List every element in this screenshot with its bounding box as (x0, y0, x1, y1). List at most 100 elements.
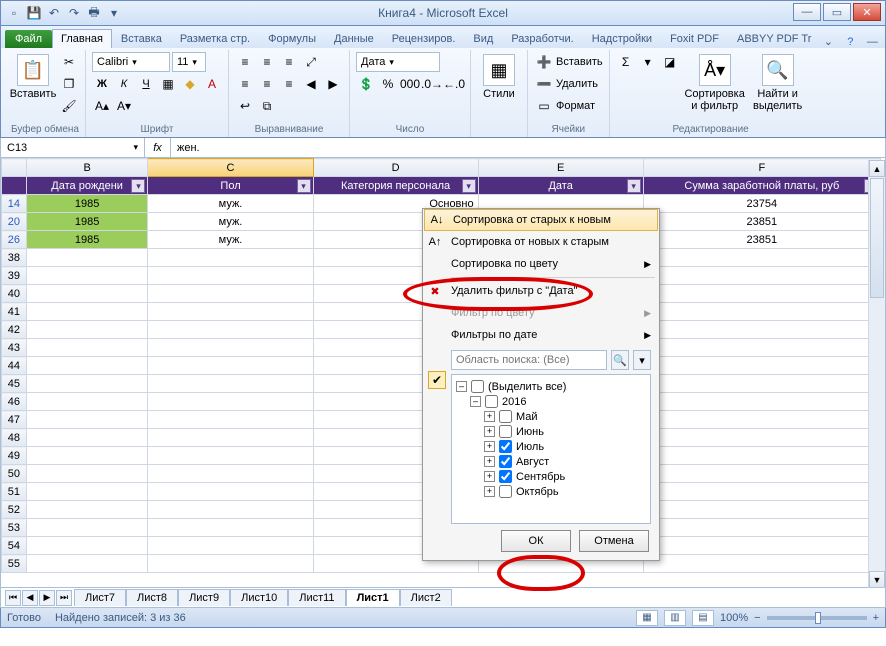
cell[interactable] (26, 537, 148, 555)
font-size-select[interactable]: 11▾ (172, 52, 206, 72)
cell[interactable] (148, 465, 313, 483)
cell[interactable] (643, 339, 880, 357)
doc-minimize-icon[interactable]: — (864, 36, 880, 48)
cell[interactable] (148, 375, 313, 393)
filter-dropdown-icon[interactable]: ▾ (297, 179, 311, 193)
format-cells-icon[interactable]: ▭ (534, 96, 554, 116)
row-header[interactable]: 46 (2, 393, 27, 411)
row-header[interactable]: 43 (2, 339, 27, 357)
cell[interactable] (148, 303, 313, 321)
italic-button[interactable]: К (114, 74, 134, 94)
cell[interactable] (26, 429, 148, 447)
number-format-select[interactable]: Дата▾ (356, 52, 440, 72)
sheet-tab[interactable]: Лист9 (178, 589, 230, 606)
cell[interactable] (643, 483, 880, 501)
tree-month[interactable]: +Июль (456, 439, 646, 454)
tree-year[interactable]: – 2016 (456, 394, 646, 409)
cell[interactable] (26, 411, 148, 429)
row-header[interactable]: 45 (2, 375, 27, 393)
merge-cells-icon[interactable]: ⧉ (257, 96, 277, 116)
search-icon[interactable]: 🔍 (611, 350, 629, 370)
underline-button[interactable]: Ч (136, 74, 156, 94)
sheet-nav-last-icon[interactable]: ⏭ (56, 590, 72, 606)
cell[interactable]: 1985 (26, 213, 148, 231)
sheet-tab[interactable]: Лист8 (126, 589, 178, 606)
filter-dropdown-icon[interactable]: ▾ (131, 179, 145, 193)
cell[interactable] (26, 447, 148, 465)
qat-dropdown-icon[interactable]: ▾ (105, 4, 123, 22)
expand-icon[interactable]: + (484, 486, 495, 497)
fill-color-button[interactable]: ◆ (180, 74, 200, 94)
format-painter-icon[interactable]: 🖌 (59, 96, 79, 116)
row-header[interactable]: 51 (2, 483, 27, 501)
row-header[interactable]: 42 (2, 321, 27, 339)
zoom-slider[interactable] (767, 616, 867, 620)
close-button[interactable]: ✕ (853, 3, 881, 21)
cell[interactable]: муж. (148, 195, 313, 213)
shrink-font-icon[interactable]: A▾ (114, 96, 134, 116)
expand-icon[interactable]: + (484, 471, 495, 482)
row-header[interactable]: 40 (2, 285, 27, 303)
cell[interactable] (643, 519, 880, 537)
sheet-tab[interactable]: Лист2 (400, 589, 452, 606)
select-all-checkbox[interactable] (471, 380, 484, 393)
ribbon-tab-1[interactable]: Вставка (112, 29, 171, 48)
month-checkbox[interactable] (499, 410, 512, 423)
row-header[interactable]: 44 (2, 357, 27, 375)
cell[interactable] (26, 483, 148, 501)
search-dropdown-icon[interactable]: ▾ (633, 350, 651, 370)
cell[interactable] (643, 285, 880, 303)
cancel-button[interactable]: Отмена (579, 530, 649, 552)
row-header[interactable]: 54 (2, 537, 27, 555)
indent-dec-icon[interactable]: ◀ (301, 74, 321, 94)
sheet-nav-first-icon[interactable]: ⏮ (5, 590, 21, 606)
cell[interactable] (643, 375, 880, 393)
align-right-icon[interactable]: ≡ (279, 74, 299, 94)
dec-decimal-icon[interactable]: ←.0 (444, 74, 464, 94)
tree-month[interactable]: +Июнь (456, 424, 646, 439)
ribbon-tab-6[interactable]: Вид (464, 29, 502, 48)
cell[interactable] (643, 501, 880, 519)
menu-date-filters[interactable]: Фильтры по дате▶ (423, 324, 659, 346)
fill-icon[interactable]: ▾ (638, 52, 658, 72)
ok-button[interactable]: ОК (501, 530, 571, 552)
col-header-D[interactable]: D (313, 159, 478, 177)
find-select-button[interactable]: 🔍 Найти и выделить (750, 52, 806, 118)
formula-input[interactable]: жен. (171, 138, 885, 157)
row-header[interactable]: 52 (2, 501, 27, 519)
cell[interactable] (148, 285, 313, 303)
view-pagebreak-icon[interactable]: ▤ (692, 610, 714, 626)
cell[interactable]: 23754 (643, 195, 880, 213)
month-checkbox[interactable] (499, 425, 512, 438)
scroll-up-icon[interactable]: ▲ (869, 160, 885, 177)
currency-icon[interactable]: 💲 (356, 74, 376, 94)
sheet-tab[interactable]: Лист7 (74, 589, 126, 606)
row-header[interactable]: 47 (2, 411, 27, 429)
ribbon-minimize-icon[interactable]: ⌄ (820, 35, 836, 48)
cell[interactable] (26, 555, 148, 573)
cell[interactable] (643, 429, 880, 447)
sheet-nav-prev-icon[interactable]: ◀ (22, 590, 38, 606)
ribbon-tab-5[interactable]: Рецензиров. (383, 29, 465, 48)
cell[interactable] (643, 267, 880, 285)
cell[interactable] (26, 339, 148, 357)
percent-icon[interactable]: % (378, 74, 398, 94)
cell[interactable] (26, 465, 148, 483)
align-middle-icon[interactable]: ≡ (257, 52, 277, 72)
border-button[interactable]: ▦ (158, 74, 178, 94)
cell[interactable]: муж. (148, 231, 313, 249)
comma-icon[interactable]: 000 (400, 74, 420, 94)
cell[interactable] (643, 303, 880, 321)
cell[interactable]: 1985 (26, 231, 148, 249)
sheet-tab[interactable]: Лист10 (230, 589, 288, 606)
autosum-icon[interactable]: Σ (616, 52, 636, 72)
file-tab[interactable]: Файл (5, 30, 52, 48)
cell[interactable] (26, 519, 148, 537)
cell[interactable] (26, 393, 148, 411)
filter-dropdown-icon[interactable]: ▾ (627, 179, 641, 193)
save-icon[interactable]: 💾 (25, 4, 43, 22)
cell[interactable] (26, 501, 148, 519)
undo-icon[interactable]: ↶ (45, 4, 63, 22)
cell[interactable] (148, 483, 313, 501)
row-header[interactable]: 55 (2, 555, 27, 573)
